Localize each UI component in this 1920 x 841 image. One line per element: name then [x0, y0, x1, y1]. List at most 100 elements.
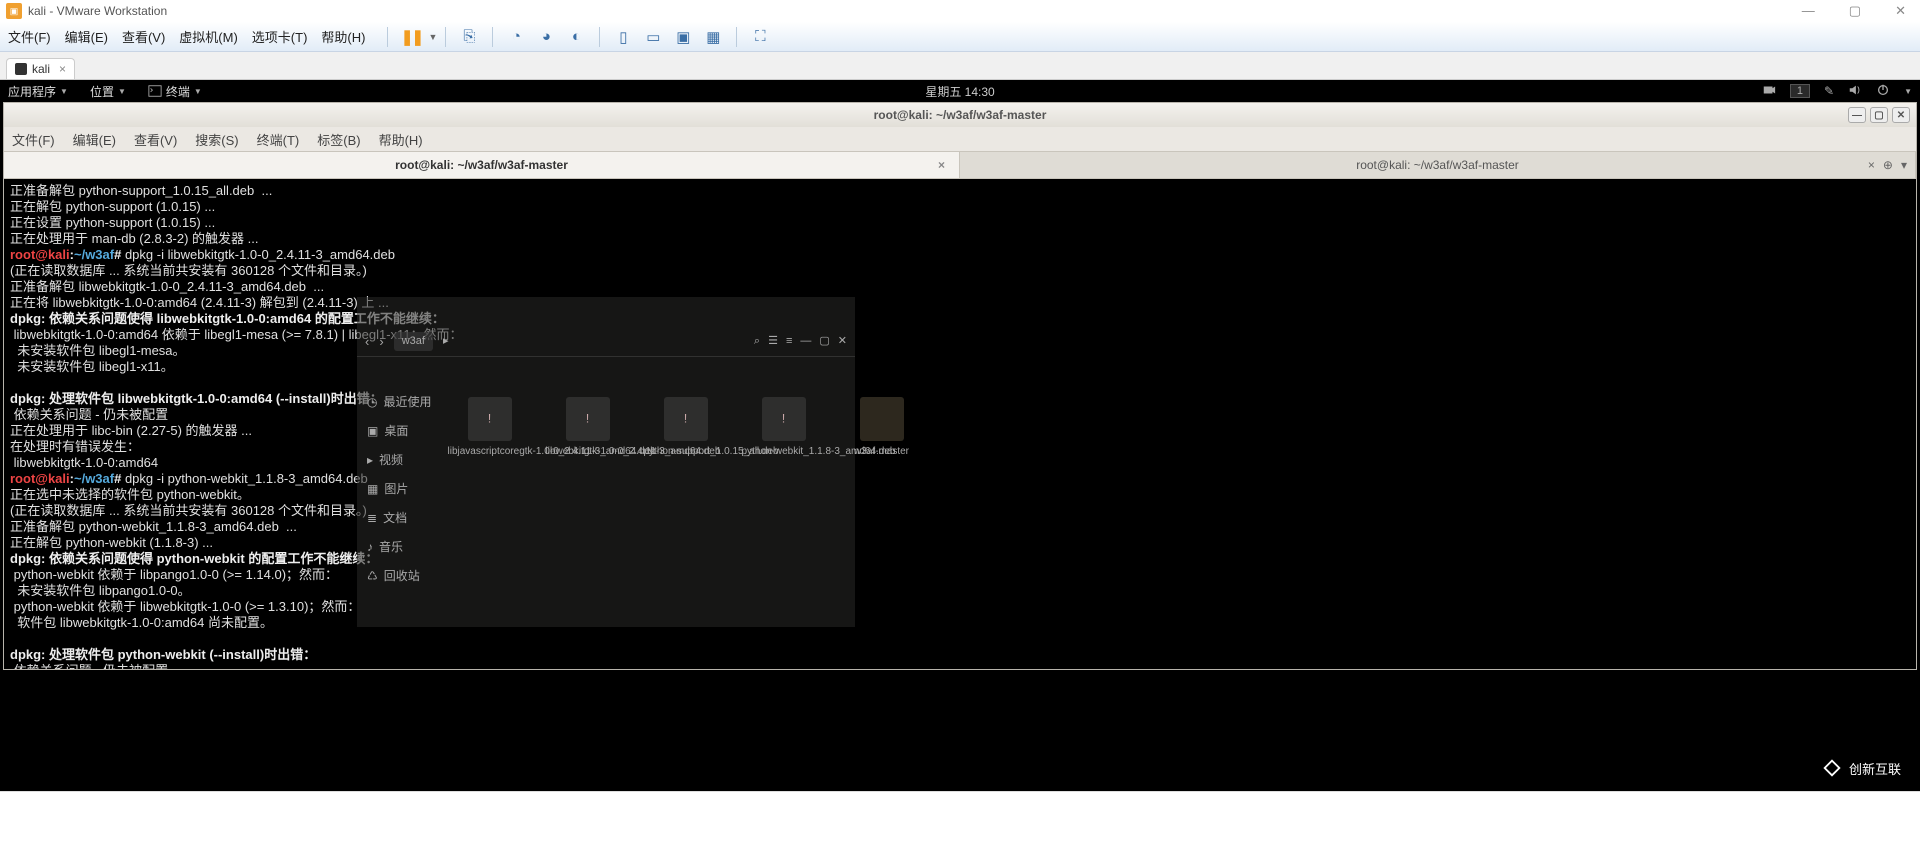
- terminal-window: root@kali: ~/w3af/w3af-master — ▢ ✕ 文件(F…: [3, 102, 1917, 670]
- fm-sidebar-icon: ♺: [367, 569, 378, 584]
- view-multi-icon[interactable]: ▭: [642, 26, 664, 48]
- fm-file-item[interactable]: python-webkit_1.1.8-3_amd64.deb: [742, 397, 826, 458]
- fm-sidebar-icon: ♪: [367, 540, 373, 555]
- fm-path-pill[interactable]: w3af: [394, 332, 433, 351]
- pause-vm-button[interactable]: ❚❚: [400, 26, 422, 48]
- fm-minimize-icon[interactable]: —: [800, 334, 811, 349]
- fm-sidebar-icon: ◷: [367, 395, 377, 410]
- vmware-titlebar: ▣ kali - VMware Workstation — ▢ ✕: [0, 0, 1920, 22]
- package-icon: [762, 397, 806, 441]
- fm-sidebar-item[interactable]: ♪音乐: [367, 540, 432, 555]
- fm-file-item[interactable]: libjavascriptcoregtk-1.0-0_2.4.11-3_amd6…: [448, 397, 532, 458]
- fm-sidebar-item[interactable]: ▣桌面: [367, 424, 432, 439]
- fm-file-label: libjavascriptcoregtk-1.0-0_2.4.11-3_amd6…: [448, 445, 532, 458]
- terminal-titlebar[interactable]: root@kali: ~/w3af/w3af-master — ▢ ✕: [4, 103, 1916, 127]
- fm-sidebar-item[interactable]: ≣文档: [367, 511, 432, 526]
- kali-topbar: 应用程序▼ 位置▼ 终端▼ 星期五 14:30 1 ✎ ▼: [0, 80, 1920, 102]
- fm-path-caret-icon[interactable]: ▸: [443, 334, 449, 349]
- snapshot-manager-icon[interactable]: ◐: [565, 26, 587, 48]
- watermark-icon: [1821, 757, 1843, 779]
- workspace-indicator[interactable]: 1: [1790, 84, 1810, 98]
- menu-tabs[interactable]: 选项卡(T): [252, 27, 308, 46]
- terminal-maximize-button[interactable]: ▢: [1870, 107, 1888, 123]
- fm-sidebar: ◷最近使用 ▣桌面 ▸视频 ▦图片 ≣文档 ♪音乐 ♺回收站: [357, 387, 442, 669]
- vm-tab-icon: [15, 63, 27, 75]
- terminal-close-button[interactable]: ✕: [1892, 107, 1910, 123]
- vm-tab-kali[interactable]: kali ×: [6, 58, 75, 79]
- terminal-title: root@kali: ~/w3af/w3af-master: [874, 108, 1047, 122]
- kali-terminal-launcher[interactable]: 终端▼: [148, 83, 202, 100]
- menu-view[interactable]: 查看(V): [122, 27, 165, 46]
- term-menu-help[interactable]: 帮助(H): [379, 130, 423, 149]
- vm-tab-close-icon[interactable]: ×: [59, 62, 66, 76]
- fm-file-label: python-support_1.0.15_all.deb: [644, 445, 728, 458]
- file-manager-window-behind: ‹ › w3af ▸ ⌕ ☰ ≡ — ▢ ✕ ◷最近使用 ▣桌面 ▸视频 ▦图片 ≣文档…: [357, 297, 855, 627]
- volume-icon[interactable]: [1848, 83, 1862, 100]
- kali-places-menu[interactable]: 位置▼: [90, 83, 126, 100]
- fm-sidebar-item[interactable]: ▸视频: [367, 453, 432, 468]
- term-menu-view[interactable]: 查看(V): [134, 130, 177, 149]
- fullscreen-icon[interactable]: ⛶: [749, 26, 771, 48]
- system-menu-caret[interactable]: ▼: [1904, 87, 1912, 96]
- terminal-tabs: root@kali: ~/w3af/w3af-master × root@kal…: [4, 151, 1916, 179]
- term-menu-tabs[interactable]: 标签(B): [317, 130, 360, 149]
- term-menu-terminal[interactable]: 终端(T): [257, 130, 300, 149]
- maximize-button[interactable]: ▢: [1841, 3, 1869, 19]
- view-unity-icon[interactable]: ▣: [672, 26, 694, 48]
- snapshot-take-icon[interactable]: ◔: [505, 26, 527, 48]
- terminal-tab-close-icon[interactable]: ×: [938, 158, 945, 172]
- fm-sidebar-icon: ▣: [367, 424, 378, 439]
- menu-help[interactable]: 帮助(H): [321, 27, 365, 46]
- fm-menu-icon[interactable]: ≡: [786, 334, 792, 349]
- fm-sidebar-icon: ▦: [367, 482, 378, 497]
- power-dropdown[interactable]: ▼: [428, 32, 437, 42]
- fm-forward-icon[interactable]: ›: [379, 334, 383, 349]
- fm-maximize-icon[interactable]: ▢: [819, 334, 829, 349]
- close-button[interactable]: ✕: [1887, 3, 1914, 19]
- accessibility-icon[interactable]: ✎: [1824, 84, 1834, 98]
- fm-list-view-icon[interactable]: ☰: [768, 334, 778, 349]
- menu-edit[interactable]: 编辑(E): [65, 27, 108, 46]
- term-menu-edit[interactable]: 编辑(E): [73, 130, 116, 149]
- terminal-tab-close-icon[interactable]: ×: [1868, 158, 1875, 172]
- fm-sidebar-item[interactable]: ♺回收站: [367, 569, 432, 584]
- fm-file-label: libwebkitgtk-1.0-0_2.4.11-3_amd64.deb: [546, 445, 630, 458]
- page-footer-strip: [0, 791, 1920, 841]
- terminal-body[interactable]: 正准备解包 python-support_1.0.15_all.deb ... …: [4, 179, 1916, 669]
- power-icon[interactable]: [1876, 83, 1890, 100]
- minimize-button[interactable]: —: [1794, 3, 1823, 19]
- fm-sidebar-icon: ≣: [367, 511, 377, 526]
- term-menu-file[interactable]: 文件(F): [12, 130, 55, 149]
- view-console-icon[interactable]: ▦: [702, 26, 724, 48]
- terminal-tab-menu-icon[interactable]: ▾: [1901, 158, 1907, 172]
- fm-file-label: python-webkit_1.1.8-3_amd64.deb: [742, 445, 826, 458]
- menu-vm[interactable]: 虚拟机(M): [179, 27, 238, 46]
- fm-sidebar-item[interactable]: ▦图片: [367, 482, 432, 497]
- view-single-icon[interactable]: ▯: [612, 26, 634, 48]
- fm-sidebar-item[interactable]: ◷最近使用: [367, 395, 432, 410]
- fm-files-area[interactable]: libjavascriptcoregtk-1.0-0_2.4.11-3_amd6…: [442, 387, 930, 669]
- terminal-menubar: 文件(F) 编辑(E) 查看(V) 搜索(S) 终端(T) 标签(B) 帮助(H…: [4, 127, 1916, 151]
- kali-applications-menu[interactable]: 应用程序▼: [8, 83, 68, 100]
- snapshot-revert-icon[interactable]: ◕: [535, 26, 557, 48]
- vmware-tabbar: kali ×: [0, 52, 1920, 80]
- terminal-new-tab-icon[interactable]: ⊕: [1883, 158, 1893, 172]
- fm-close-icon[interactable]: ✕: [838, 334, 847, 349]
- fm-search-icon[interactable]: ⌕: [754, 334, 760, 349]
- send-ctrlaltdel-icon[interactable]: ⎘: [458, 26, 480, 48]
- term-menu-search[interactable]: 搜索(S): [195, 130, 238, 149]
- vm-tab-label: kali: [32, 62, 50, 76]
- fm-file-item[interactable]: w3af-master: [840, 397, 924, 458]
- fm-file-label: w3af-master: [840, 445, 924, 458]
- kali-clock[interactable]: 星期五 14:30: [925, 83, 994, 100]
- terminal-minimize-button[interactable]: —: [1848, 107, 1866, 123]
- fm-back-icon[interactable]: ‹: [365, 334, 369, 349]
- fm-file-item[interactable]: python-support_1.0.15_all.deb: [644, 397, 728, 458]
- terminal-tab-2[interactable]: root@kali: ~/w3af/w3af-master × ⊕ ▾: [960, 152, 1916, 178]
- fm-file-item[interactable]: libwebkitgtk-1.0-0_2.4.11-3_amd64.deb: [546, 397, 630, 458]
- menu-file[interactable]: 文件(F): [8, 27, 51, 46]
- terminal-tab-1[interactable]: root@kali: ~/w3af/w3af-master ×: [4, 152, 960, 178]
- package-icon: [468, 397, 512, 441]
- package-icon: [664, 397, 708, 441]
- recording-icon[interactable]: [1762, 83, 1776, 100]
